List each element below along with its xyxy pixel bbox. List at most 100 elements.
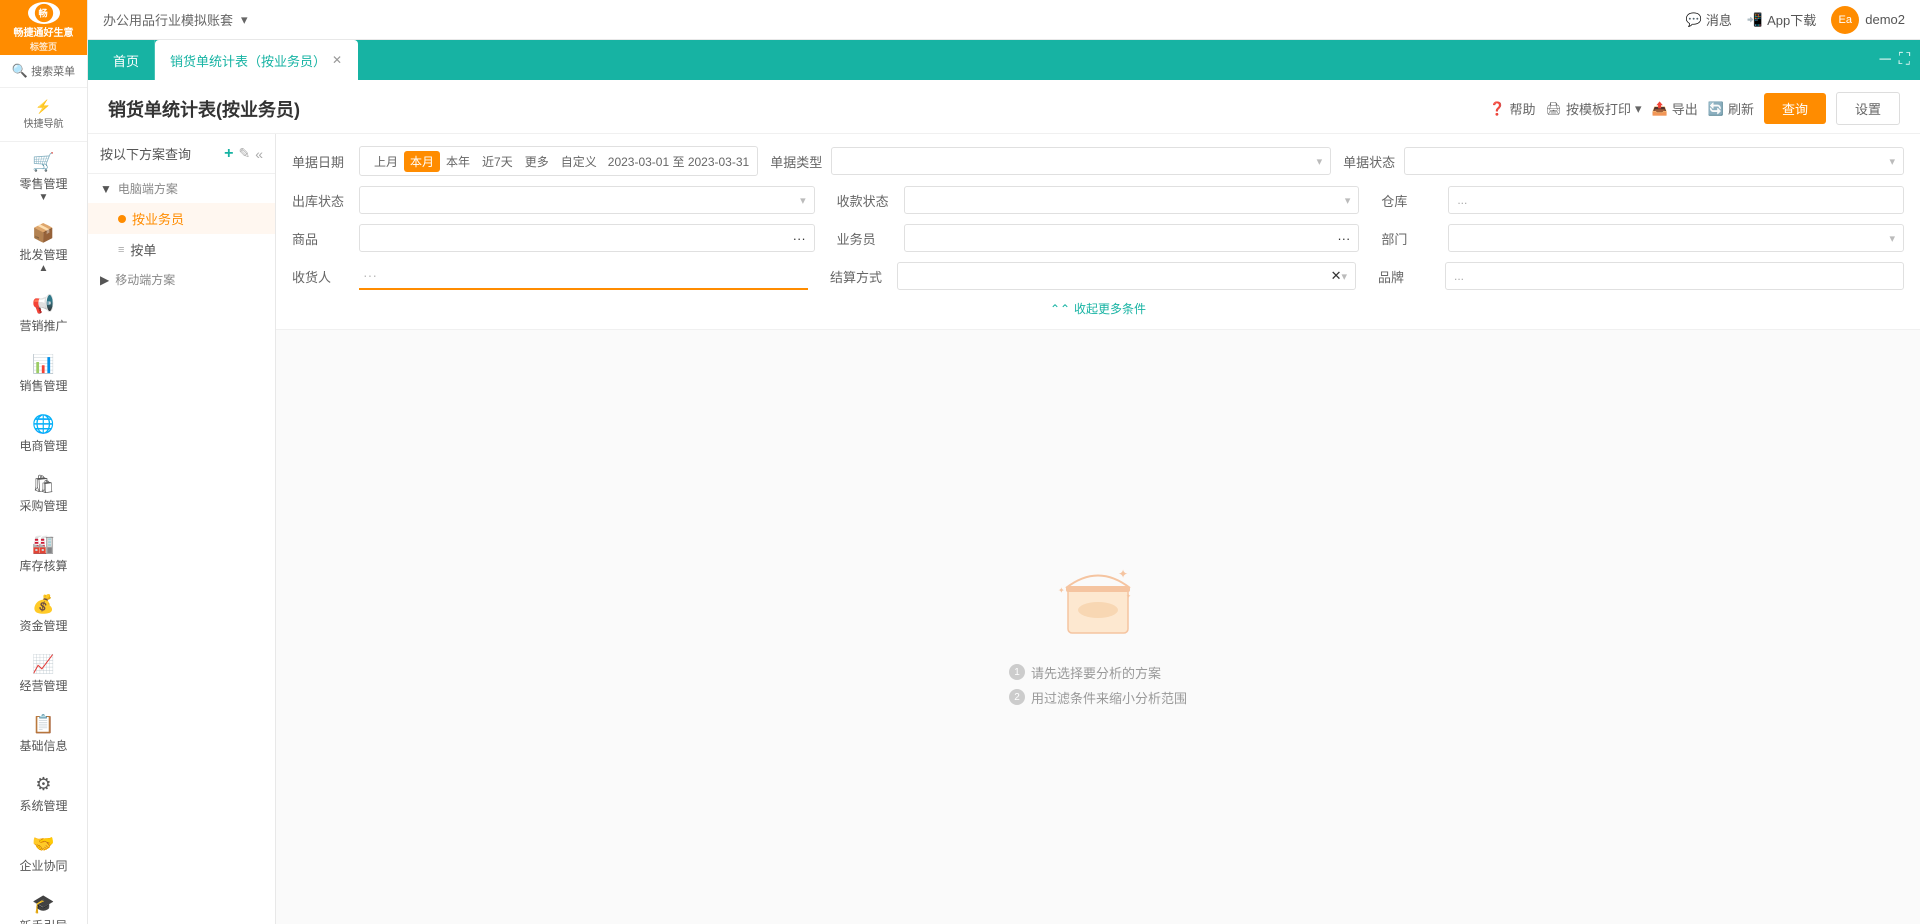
dept-select[interactable]: ▾ <box>1448 224 1904 252</box>
help-label: 帮助 <box>1509 99 1535 118</box>
help-button[interactable]: ❓ 帮助 <box>1489 99 1535 118</box>
salesperson-select[interactable]: ··· <box>904 224 1360 252</box>
message-button[interactable]: 💬 消息 <box>1686 10 1732 29</box>
goods-label: 商品 <box>292 229 347 248</box>
tree-section-mobile-header[interactable]: ▶ 移动端方案 <box>88 265 275 294</box>
empty-illustration: ✦ ✦ ✦ <box>1048 548 1148 648</box>
tab-home-label: 首页 <box>113 51 139 70</box>
sidebar-item-system[interactable]: ⚙ 系统管理 <box>0 764 87 824</box>
table-area: ✦ ✦ ✦ 1 请先选择要分析的方案 2 <box>276 330 1920 924</box>
tree-section-desktop: ▼ 电脑端方案 按业务员 ≡ 按单 <box>88 174 275 265</box>
pay-status-label: 收款状态 <box>837 191 892 210</box>
settings-button[interactable]: 设置 <box>1836 92 1900 125</box>
tab-minimize-icon[interactable]: ─ <box>1879 51 1890 69</box>
edit-scheme-button[interactable]: ✎ <box>238 145 250 162</box>
sidebar-item-wholesale[interactable]: 📦 批发管理 ▲ <box>0 213 87 284</box>
collapse-arrow-icon: ⌃⌃ <box>1050 302 1070 316</box>
sidebar-item-sales[interactable]: 📊 销售管理 <box>0 344 87 404</box>
app-download-label: App下载 <box>1767 10 1816 29</box>
filter-row-3: 商品 ··· 业务员 ··· 部门 ▾ <box>292 224 1904 252</box>
sidebar-item-purchase[interactable]: 🛍 采购管理 <box>0 464 87 524</box>
sidebar-item-basic[interactable]: 📋 基础信息 <box>0 704 87 764</box>
filter-area: 单据日期 上月 本月 本年 近7天 更多 自定义 2023-03-01 至 20… <box>276 134 1920 330</box>
active-dot-icon <box>118 215 126 223</box>
goods-select[interactable]: ··· <box>359 224 815 252</box>
date-tab-last-month[interactable]: 上月 <box>368 151 404 172</box>
query-button[interactable]: 查询 <box>1764 93 1826 124</box>
date-tab-this-year[interactable]: 本年 <box>440 151 476 172</box>
print-dropdown-icon[interactable]: ▾ <box>1635 101 1642 117</box>
settle-method-clear-icon[interactable]: ✕ <box>1331 268 1342 284</box>
tip-1: 1 请先选择要分析的方案 <box>1009 663 1187 682</box>
tab-maximize-icon[interactable]: ⛶ <box>1899 51 1910 69</box>
tree-section-desktop-header[interactable]: ▼ 电脑端方案 <box>88 174 275 203</box>
sidebar-item-finance[interactable]: 💰 资金管理 <box>0 584 87 644</box>
user-info[interactable]: Ea demo2 <box>1831 6 1905 34</box>
sidebar-item-enterprise[interactable]: 🤝 企业协同 <box>0 824 87 884</box>
sidebar-item-retail[interactable]: 🛒 零售管理 ▼ <box>0 142 87 213</box>
date-tab-custom[interactable]: 自定义 <box>555 151 603 172</box>
message-label: 消息 <box>1706 10 1732 29</box>
topbar-right: 💬 消息 📲 App下载 Ea demo2 <box>1686 6 1905 34</box>
settle-method-arrow: ▾ <box>1341 270 1347 283</box>
empty-tips: 1 请先选择要分析的方案 2 用过滤条件来缩小分析范围 <box>1009 663 1187 707</box>
date-filter-field[interactable]: 上月 本月 本年 近7天 更多 自定义 2023-03-01 至 2023-03… <box>359 146 758 176</box>
tree-section-mobile: ▶ 移动端方案 <box>88 265 275 294</box>
refresh-button[interactable]: 🔄 刷新 <box>1708 99 1754 118</box>
wholesale-arrow: ▲ <box>39 263 49 274</box>
retail-arrow: ▼ <box>39 192 49 203</box>
tip-1-text: 请先选择要分析的方案 <box>1031 663 1161 682</box>
doc-type-select[interactable]: ▾ <box>831 147 1331 175</box>
pay-status-select[interactable]: ▾ <box>904 186 1360 214</box>
warehouse-select[interactable]: ... <box>1448 186 1904 214</box>
date-tab-7days[interactable]: 近7天 <box>476 151 519 172</box>
settle-method-select[interactable]: ✕ ▾ <box>897 262 1356 290</box>
tab-home[interactable]: 首页 <box>98 40 155 80</box>
tree-section-arrow: ▼ <box>100 182 112 196</box>
pay-status-arrow: ▾ <box>1345 194 1351 207</box>
out-status-select[interactable]: ▾ <box>359 186 815 214</box>
refresh-icon: 🔄 <box>1708 101 1724 117</box>
date-tab-more[interactable]: 更多 <box>519 151 555 172</box>
username: demo2 <box>1865 12 1905 27</box>
sidebar-item-operations[interactable]: 📈 经营管理 <box>0 644 87 704</box>
date-tab-this-month[interactable]: 本月 <box>404 151 440 172</box>
tab-close-icon[interactable]: ✕ <box>332 53 342 67</box>
finance-icon: 💰 <box>32 594 54 615</box>
system-label: 系统管理 <box>19 797 67 814</box>
app-download-button[interactable]: 📲 App下载 <box>1747 10 1816 29</box>
doc-status-label: 单据状态 <box>1343 152 1398 171</box>
consignee-input[interactable]: ··· <box>359 262 808 290</box>
tree-leaf-by-order[interactable]: ≡ 按单 <box>88 234 275 265</box>
sidebar-item-ecommerce[interactable]: 🌐 电商管理 <box>0 404 87 464</box>
export-button[interactable]: 📤 导出 <box>1652 99 1698 118</box>
sidebar-item-guide[interactable]: 🎓 新手引导 <box>0 884 87 924</box>
svg-text:✦: ✦ <box>1126 593 1131 600</box>
industry-dropdown-icon[interactable]: ▾ <box>241 12 248 28</box>
page-header: 销货单统计表(按业务员) ❓ 帮助 🖨 按模板打印 ▾ 📤 导出 🔄 刷新 <box>88 80 1920 134</box>
tab-sales-report[interactable]: 销货单统计表（按业务员） ✕ <box>155 40 358 80</box>
brand-select[interactable]: ... <box>1445 262 1904 290</box>
operations-label: 经营管理 <box>19 677 67 694</box>
print-button[interactable]: 🖨 按模板打印 ▾ <box>1546 99 1642 118</box>
marketing-icon: 📢 <box>32 294 54 315</box>
search-nav-item[interactable]: 🔍 搜索菜单 <box>0 55 87 88</box>
guide-label: 新手引导 <box>19 917 67 924</box>
quick-nav-item[interactable]: ⚡ 快捷导航 <box>0 93 87 136</box>
doc-status-select[interactable]: ▾ <box>1404 147 1904 175</box>
logo-subtitle: 标签页 <box>30 40 57 53</box>
svg-text:✦: ✦ <box>1058 586 1065 595</box>
consignee-label: 收货人 <box>292 267 347 286</box>
sidebar-item-marketing[interactable]: 📢 营销推广 <box>0 284 87 344</box>
topbar-left: 办公用品行业模拟账套 ▾ <box>103 10 248 29</box>
tree-leaf-by-salesperson[interactable]: 按业务员 <box>88 203 275 234</box>
date-range-text: 2023-03-01 至 2023-03-31 <box>608 153 749 170</box>
sidebar-item-inventory[interactable]: 🏭 库存核算 <box>0 524 87 584</box>
date-label: 单据日期 <box>292 152 347 171</box>
guide-icon: 🎓 <box>32 894 54 915</box>
add-scheme-button[interactable]: + <box>224 145 233 163</box>
collapse-panel-button[interactable]: « <box>255 146 263 162</box>
doc-type-section: 单据类型 ▾ <box>770 147 1331 175</box>
main: 办公用品行业模拟账套 ▾ 💬 消息 📲 App下载 Ea demo2 首页 销货… <box>88 0 1920 924</box>
collapse-button[interactable]: ⌃⌃ 收起更多条件 <box>292 300 1904 317</box>
